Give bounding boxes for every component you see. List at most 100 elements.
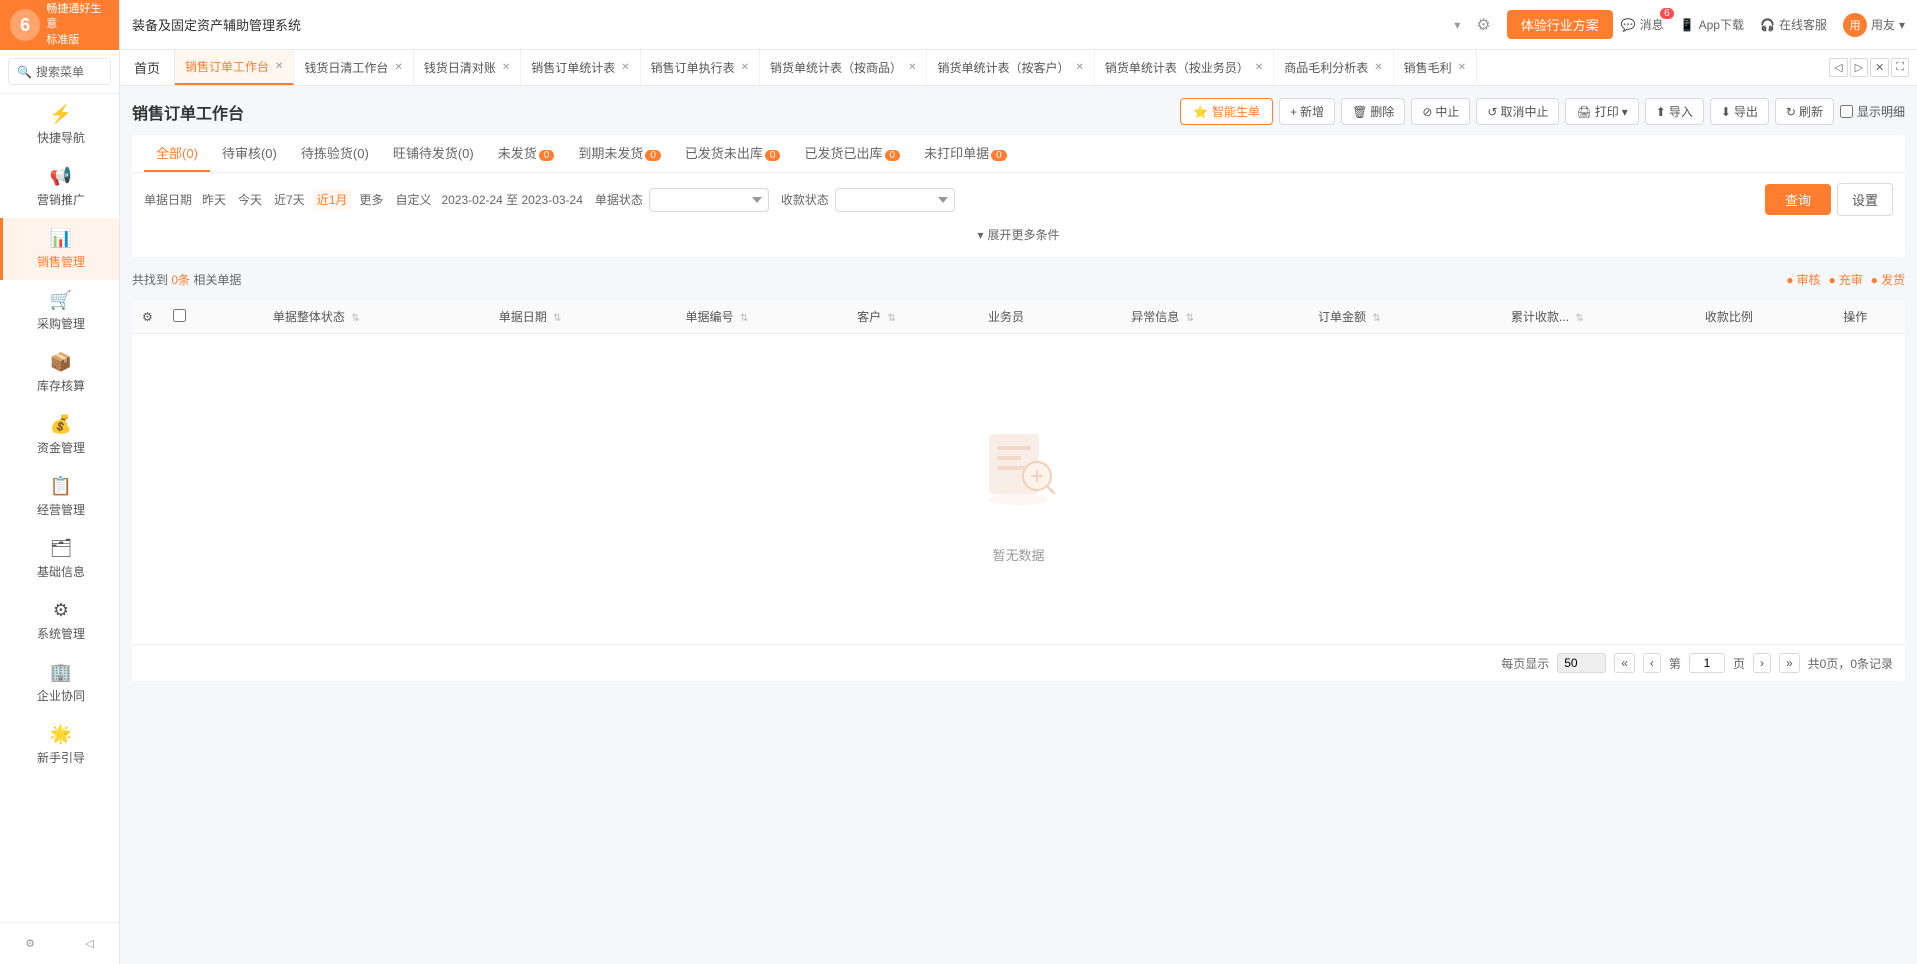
- tab-sales-order-exec[interactable]: 销售订单执行表 ✕: [641, 50, 760, 85]
- filter-tab-shipped-out[interactable]: 已发货已出库0: [792, 135, 912, 172]
- page-input[interactable]: [1689, 653, 1725, 673]
- tab-sales-order-stats-close[interactable]: ✕: [621, 62, 629, 73]
- expand-conditions-button[interactable]: ▾ 展开更多条件: [969, 222, 1067, 247]
- tab-home[interactable]: 首页: [120, 50, 175, 85]
- payment-select[interactable]: [835, 188, 955, 212]
- show-detail-checkbox-label[interactable]: 显示明细: [1840, 103, 1905, 120]
- delete-button[interactable]: 🗑 删除: [1341, 98, 1405, 125]
- add-button[interactable]: + 新增: [1279, 98, 1335, 125]
- tab-close-all-button[interactable]: ✕: [1870, 58, 1889, 77]
- filter-tab-shipped-not-out[interactable]: 已发货未出库0: [673, 135, 793, 172]
- col-number[interactable]: 单据编号 ⇅: [623, 300, 810, 334]
- query-button[interactable]: 查询: [1765, 184, 1831, 215]
- status-select[interactable]: [649, 188, 769, 212]
- next-page-button[interactable]: ›: [1753, 653, 1771, 673]
- ship-action-button[interactable]: ● 发货: [1871, 271, 1905, 288]
- sidebar-item-basic-info[interactable]: 🗂 基础信息: [0, 528, 119, 590]
- sidebar-item-finance[interactable]: 💰 资金管理: [0, 404, 119, 466]
- sidebar-item-sales[interactable]: 📊 销售管理: [0, 218, 119, 280]
- sidebar-settings-button[interactable]: ⚙: [17, 929, 43, 958]
- sidebar-item-inventory[interactable]: 📦 库存核算: [0, 342, 119, 404]
- sidebar-item-purchase[interactable]: 🛒 采购管理: [0, 280, 119, 342]
- tab-product-margin[interactable]: 商品毛利分析表 ✕: [1274, 50, 1393, 85]
- tab-sales-order-stats[interactable]: 销售订单统计表 ✕: [521, 50, 640, 85]
- tab-sales-stats-salesman-close[interactable]: ✕: [1255, 62, 1263, 73]
- import-button[interactable]: ⬆ 导入: [1645, 98, 1704, 125]
- app-download-item[interactable]: 📱 App下载: [1680, 16, 1744, 33]
- filter-tab-pending-verify[interactable]: 待拣验货(0): [289, 135, 381, 172]
- unreviewed-action-button[interactable]: ● 充审: [1828, 271, 1862, 288]
- stop-button[interactable]: ⊘ 中止: [1411, 98, 1470, 125]
- tab-product-margin-close[interactable]: ✕: [1374, 62, 1382, 73]
- tab-sales-profit-close[interactable]: ✕: [1458, 62, 1466, 73]
- tab-sales-order-close[interactable]: ✕: [275, 61, 283, 72]
- smart-generate-button[interactable]: ⭐ 智能生单: [1180, 98, 1273, 125]
- tab-cashflow-reconcile[interactable]: 钱货日清对账 ✕: [414, 50, 521, 85]
- col-salesman[interactable]: 业务员: [943, 300, 1069, 334]
- tab-sales-stats-product-close[interactable]: ✕: [908, 62, 916, 73]
- sidebar-item-system[interactable]: ⚙ 系统管理: [0, 590, 119, 652]
- more-btn[interactable]: 更多: [355, 189, 387, 210]
- online-service-item[interactable]: 🎧 在线客服: [1760, 16, 1827, 33]
- first-page-button[interactable]: «: [1614, 653, 1635, 673]
- print-button[interactable]: 🖨 打印 ▾: [1565, 98, 1638, 125]
- tab-sales-stats-product[interactable]: 销货单统计表（按商品） ✕: [760, 50, 927, 85]
- tab-cashflow-reconcile-close[interactable]: ✕: [502, 62, 510, 73]
- message-icon-item[interactable]: 💬 6 消息: [1621, 16, 1664, 33]
- tab-sales-stats-salesman[interactable]: 销货单统计表（按业务员） ✕: [1095, 50, 1274, 85]
- tab-sales-stats-customer[interactable]: 销货单统计表（按客户） ✕: [927, 50, 1094, 85]
- tab-sales-order[interactable]: 销售订单工作台 ✕: [175, 50, 294, 85]
- col-settings[interactable]: ⚙: [132, 300, 163, 334]
- sidebar-item-label: 基础信息: [37, 563, 85, 580]
- filter-tab-all[interactable]: 全部(0): [144, 135, 210, 172]
- filter-tab-unshipped[interactable]: 未发货0: [486, 135, 567, 172]
- tab-cashflow-daily-label: 钱货日清工作台: [304, 59, 388, 76]
- filter-tab-not-printed[interactable]: 未打印单据0: [912, 135, 1019, 172]
- tab-cashflow-daily-close[interactable]: ✕: [394, 62, 402, 73]
- trial-industry-button[interactable]: 体验行业方案: [1507, 10, 1613, 39]
- payment-field: 收款状态: [781, 188, 955, 212]
- tab-scroll-right-button[interactable]: ▷: [1850, 58, 1868, 77]
- tab-cashflow-daily[interactable]: 钱货日清工作台 ✕: [294, 50, 413, 85]
- col-abnormal[interactable]: 异常信息 ⇅: [1069, 300, 1256, 334]
- tab-sales-profit[interactable]: 销售毛利 ✕: [1394, 50, 1477, 85]
- filter-tab-pending-review[interactable]: 待审核(0): [210, 135, 289, 172]
- sidebar-item-operations[interactable]: 📋 经营管理: [0, 466, 119, 528]
- last7-btn[interactable]: 近7天: [270, 189, 309, 210]
- prev-page-button[interactable]: ‹: [1643, 653, 1661, 673]
- col-amount[interactable]: 订单金额 ⇅: [1256, 300, 1443, 334]
- main-area: 装备及固定资产辅助管理系统 ▾ ⚙ 体验行业方案 💬 6 消息 📱 App下载 …: [120, 0, 1917, 964]
- set-button[interactable]: 设置: [1837, 183, 1893, 216]
- col-collected[interactable]: 累计收款... ⇅: [1443, 300, 1652, 334]
- col-customer[interactable]: 客户 ⇅: [810, 300, 943, 334]
- sidebar-item-quick-nav[interactable]: ⚡ 快捷导航: [0, 94, 119, 156]
- page-size-select[interactable]: 50 10 20 100: [1557, 653, 1606, 673]
- show-detail-checkbox[interactable]: [1840, 105, 1853, 118]
- cancel-stop-button[interactable]: ↺ 取消中止: [1476, 98, 1559, 125]
- header-gear-icon[interactable]: ⚙: [1476, 15, 1490, 35]
- tab-fullscreen-button[interactable]: ⛶: [1891, 58, 1909, 77]
- review-action-button[interactable]: ● 审核: [1786, 271, 1820, 288]
- user-menu-item[interactable]: 用 用友 ▾: [1843, 13, 1905, 37]
- refresh-button[interactable]: ↻ 刷新: [1775, 98, 1834, 125]
- tab-sales-stats-customer-close[interactable]: ✕: [1075, 62, 1083, 73]
- col-status[interactable]: 单据整体状态 ⇅: [196, 300, 437, 334]
- export-button[interactable]: ⬇ 导出: [1710, 98, 1769, 125]
- sidebar-item-enterprise[interactable]: 🏢 企业协同: [0, 652, 119, 714]
- enterprise-icon: 🏢: [50, 662, 72, 683]
- sidebar-collapse-button[interactable]: ◁: [77, 929, 101, 958]
- sidebar-item-marketing[interactable]: 📢 营销推广: [0, 156, 119, 218]
- select-all-checkbox[interactable]: [173, 309, 186, 322]
- last-page-button[interactable]: »: [1779, 653, 1800, 673]
- tab-sales-order-exec-close[interactable]: ✕: [741, 62, 749, 73]
- search-menu-button[interactable]: 🔍 搜索菜单: [8, 58, 111, 85]
- filter-tab-overdue-unshipped[interactable]: 到期未发货0: [566, 135, 673, 172]
- filter-tab-wangpu[interactable]: 旺铺待发货(0): [381, 135, 486, 172]
- yesterday-btn[interactable]: 昨天: [198, 189, 230, 210]
- last1month-btn[interactable]: 近1月: [313, 189, 352, 210]
- today-btn[interactable]: 今天: [234, 189, 266, 210]
- custom-btn[interactable]: 自定义: [391, 189, 435, 210]
- sidebar-item-guide[interactable]: 🌟 新手引导: [0, 714, 119, 776]
- col-date[interactable]: 单据日期 ⇅: [437, 300, 624, 334]
- tab-scroll-left-button[interactable]: ◁: [1829, 58, 1847, 77]
